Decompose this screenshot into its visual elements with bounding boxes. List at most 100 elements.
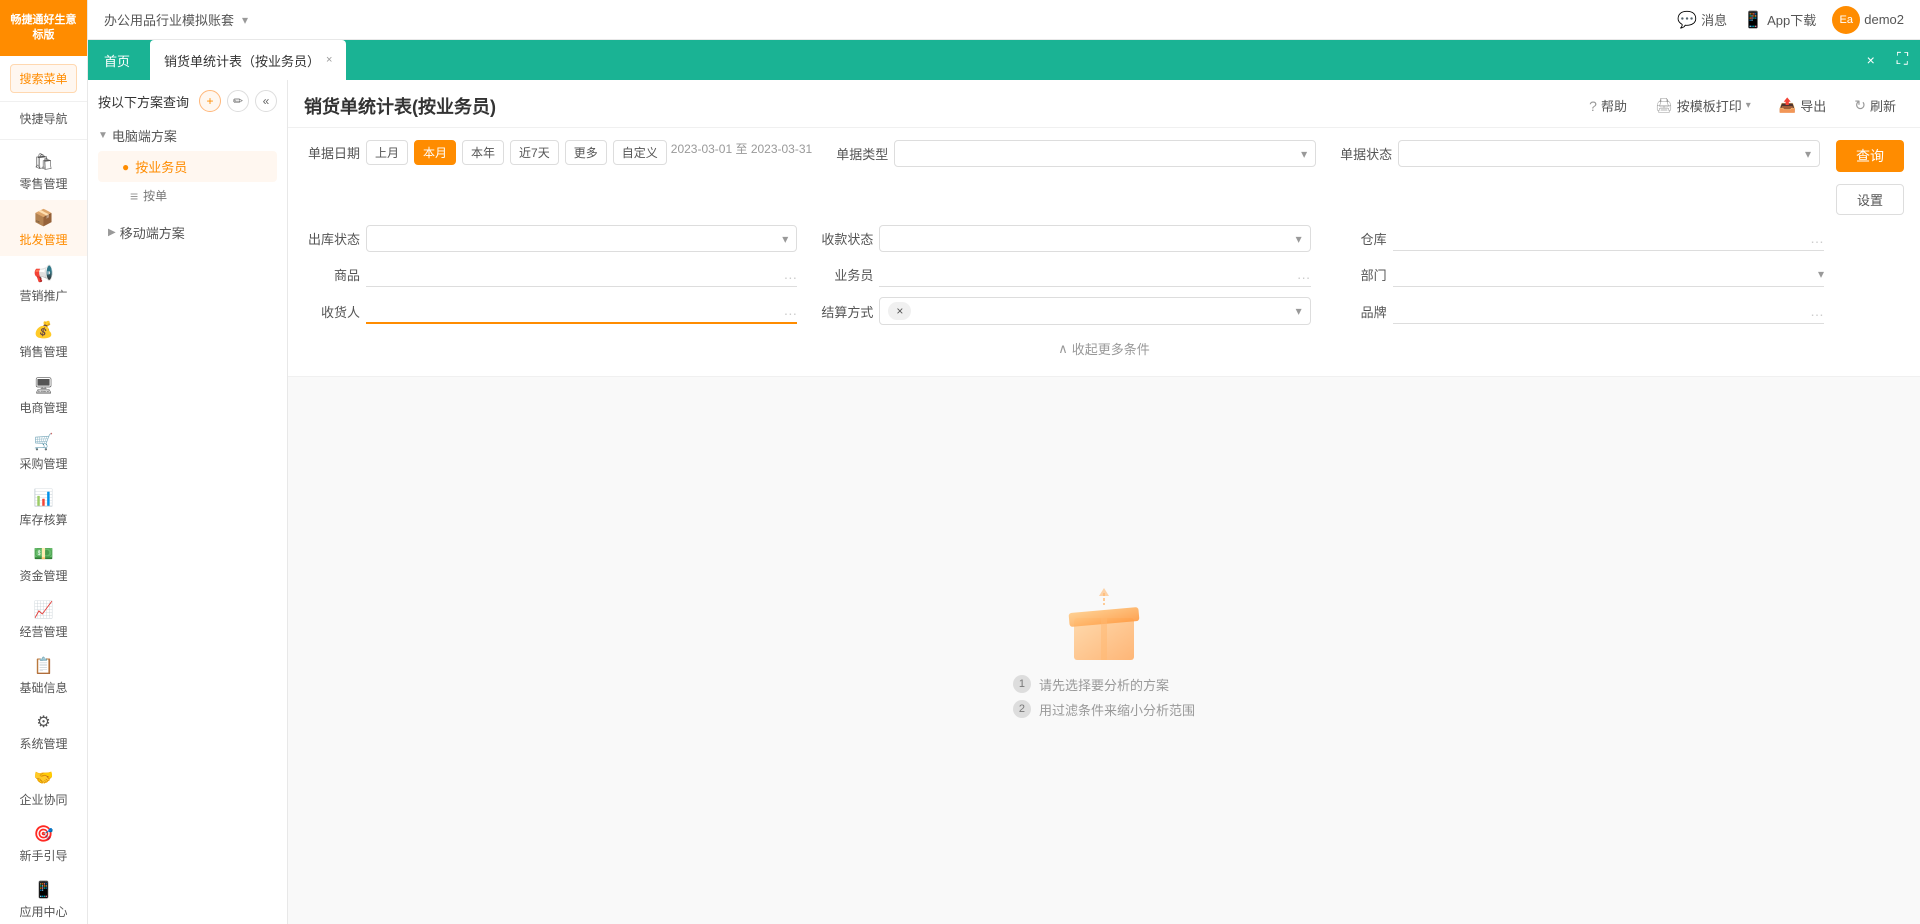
doc-type-select[interactable]: ▾: [894, 140, 1316, 167]
doc-status-label: 单据状态: [1336, 144, 1392, 163]
warehouse-dots[interactable]: …: [1810, 230, 1824, 246]
doc-status-select[interactable]: ▾: [1398, 140, 1820, 167]
hint-text-1: 请先选择要分析的方案: [1039, 675, 1169, 694]
byorder-icon: ≡: [130, 188, 138, 204]
date-btn-lastmonth[interactable]: 上月: [366, 140, 408, 165]
page-actions: ? 帮助 🖨 按模板打印 ▾ 📤 导出 ↻ 刷新: [1581, 92, 1904, 119]
sidebar-item-newguide[interactable]: 🎯 新手引导: [0, 816, 87, 872]
finance-label: 资金管理: [19, 567, 67, 584]
sidebar-item-basic[interactable]: 📋 基础信息: [0, 648, 87, 704]
add-scheme-button[interactable]: +: [199, 90, 221, 112]
pc-group-title[interactable]: ▼ 电脑端方案: [98, 120, 277, 151]
sidebar-item-finance[interactable]: 💵 资金管理: [0, 536, 87, 592]
left-panel-header: 按以下方案查询 + ✏ «: [88, 90, 287, 120]
settlement-label: 结算方式: [817, 302, 873, 321]
tab-home-label: 首页: [104, 51, 130, 70]
main-area: 办公用品行业模拟账套 ▾ 💬 消息 📱 App下载 Ea demo2 首页: [88, 0, 1920, 924]
pc-group-arrow: ▼: [98, 130, 108, 141]
add-icon: +: [206, 94, 213, 108]
sidebar: 畅捷通好生意 标版 搜索菜单 快捷导航 🛍 零售管理 📦 批发管理 📢 营销推广…: [0, 0, 88, 924]
purchase-icon: 🛒: [34, 432, 54, 452]
account-dropdown-icon[interactable]: ▾: [242, 13, 248, 27]
brand-dots[interactable]: …: [1810, 303, 1824, 319]
doc-status-arrow: ▾: [1805, 147, 1811, 161]
goods-dots[interactable]: …: [783, 266, 797, 282]
sidebar-item-enterprise[interactable]: 🤝 企业协同: [0, 760, 87, 816]
tab-current[interactable]: 销货单统计表（按业务员） ×: [150, 40, 346, 80]
wholesale-icon: 📦: [34, 208, 54, 228]
sidebar-item-purchase[interactable]: 🛒 采购管理: [0, 424, 87, 480]
refresh-icon: ↻: [1854, 97, 1866, 114]
date-btn-thisyear[interactable]: 本年: [462, 140, 504, 165]
export-button[interactable]: 📤 导出: [1771, 92, 1834, 119]
sidebar-item-ecommerce[interactable]: 🖥 电商管理: [0, 368, 87, 424]
mobile-scheme-group[interactable]: ▶ 移动端方案: [88, 217, 287, 248]
consignee-label: 收货人: [304, 302, 360, 321]
sidebar-item-appcenter[interactable]: 📱 应用中心: [0, 872, 87, 924]
basic-icon: 📋: [34, 656, 54, 676]
left-panel: 按以下方案查询 + ✏ « ▼ 电脑端方案: [88, 80, 288, 924]
message-button[interactable]: 💬 消息: [1677, 10, 1727, 30]
scheme-sub-item-byorder[interactable]: ≡ 按单: [98, 182, 277, 209]
tab-current-label: 销货单统计表（按业务员）: [164, 51, 320, 70]
receipt-status-label: 收款状态: [817, 229, 873, 248]
settlement-tag-close[interactable]: ×: [896, 304, 903, 318]
out-status-select[interactable]: ▾: [366, 225, 797, 252]
consignee-control: …: [366, 298, 797, 324]
collapse-panel-button[interactable]: «: [255, 90, 277, 112]
app-download-button[interactable]: 📱 App下载: [1743, 10, 1816, 30]
sidebar-item-marketing[interactable]: 📢 营销推广: [0, 256, 87, 312]
page-title-bar: 销货单统计表(按业务员) ? 帮助 🖨 按模板打印 ▾ 📤 导出: [288, 80, 1920, 128]
query-button[interactable]: 查询: [1836, 140, 1904, 172]
user-menu-button[interactable]: Ea demo2: [1832, 6, 1904, 34]
date-btn-thismonth[interactable]: 本月: [414, 140, 456, 165]
sidebar-item-retail[interactable]: 🛍 零售管理: [0, 144, 87, 200]
sidebar-item-sales[interactable]: 💰 销售管理: [0, 312, 87, 368]
retail-icon: 🛍: [33, 152, 53, 172]
sidebar-divider-1: [0, 139, 87, 140]
doc-type-control: ▾: [894, 140, 1316, 167]
scheme-item-salesperson[interactable]: ● 按业务员: [98, 151, 277, 182]
date-range-display: 2023-03-01 至 2023-03-31: [671, 142, 812, 156]
maximize-icon: ⛶: [1897, 51, 1908, 68]
help-button[interactable]: ? 帮助: [1581, 92, 1635, 119]
tab-maximize-button[interactable]: ⛶: [1885, 51, 1920, 69]
date-btn-custom[interactable]: 自定义: [613, 140, 667, 165]
collapse-button[interactable]: ∧ 收起更多条件: [304, 333, 1904, 364]
salesperson-dots[interactable]: …: [1297, 266, 1311, 282]
download-icon: 📱: [1743, 10, 1763, 30]
consignee-dots[interactable]: …: [783, 302, 797, 318]
print-button[interactable]: 🖨 按模板打印 ▾: [1647, 92, 1759, 119]
right-action-btns: 查询 设置: [1836, 140, 1904, 215]
sidebar-item-quicknav[interactable]: 快捷导航: [0, 102, 87, 135]
date-label: 单据日期: [304, 143, 360, 162]
tab-bar: 首页 销货单统计表（按业务员） × × ⛶: [88, 40, 1920, 80]
left-panel-title: 按以下方案查询: [98, 92, 189, 111]
collapse-icon: ∧: [1058, 341, 1068, 357]
edit-scheme-button[interactable]: ✏: [227, 90, 249, 112]
tab-home[interactable]: 首页: [88, 40, 146, 80]
sidebar-item-operation[interactable]: 📈 经营管理: [0, 592, 87, 648]
edit-icon: ✏: [233, 94, 243, 108]
sidebar-item-inventory[interactable]: 📊 库存核算: [0, 480, 87, 536]
tab-close-icon[interactable]: ×: [326, 54, 332, 66]
window-close-icon: ×: [1867, 52, 1875, 68]
print-dropdown-icon: ▾: [1746, 100, 1751, 111]
sidebar-item-wholesale[interactable]: 📦 批发管理: [0, 200, 87, 256]
settlement-tag: ×: [888, 302, 911, 320]
search-menu-button[interactable]: 搜索菜单: [10, 64, 77, 93]
sidebar-item-system[interactable]: ⚙ 系统管理: [0, 704, 87, 760]
date-btn-more[interactable]: 更多: [565, 140, 607, 165]
print-label: 按模板打印: [1677, 96, 1742, 115]
setting-button[interactable]: 设置: [1836, 184, 1904, 215]
print-icon: 🖨: [1655, 97, 1673, 114]
export-label: 导出: [1800, 96, 1826, 115]
refresh-button[interactable]: ↻ 刷新: [1846, 92, 1904, 119]
date-btn-7days[interactable]: 近7天: [510, 140, 559, 165]
message-label: 消息: [1701, 10, 1727, 29]
ecommerce-icon: 🖥: [33, 376, 53, 396]
department-control: ▾: [1393, 263, 1824, 287]
empty-icon: [1059, 583, 1149, 663]
tab-window-close-button[interactable]: ×: [1857, 52, 1885, 68]
receipt-status-select[interactable]: ▾: [879, 225, 1310, 252]
